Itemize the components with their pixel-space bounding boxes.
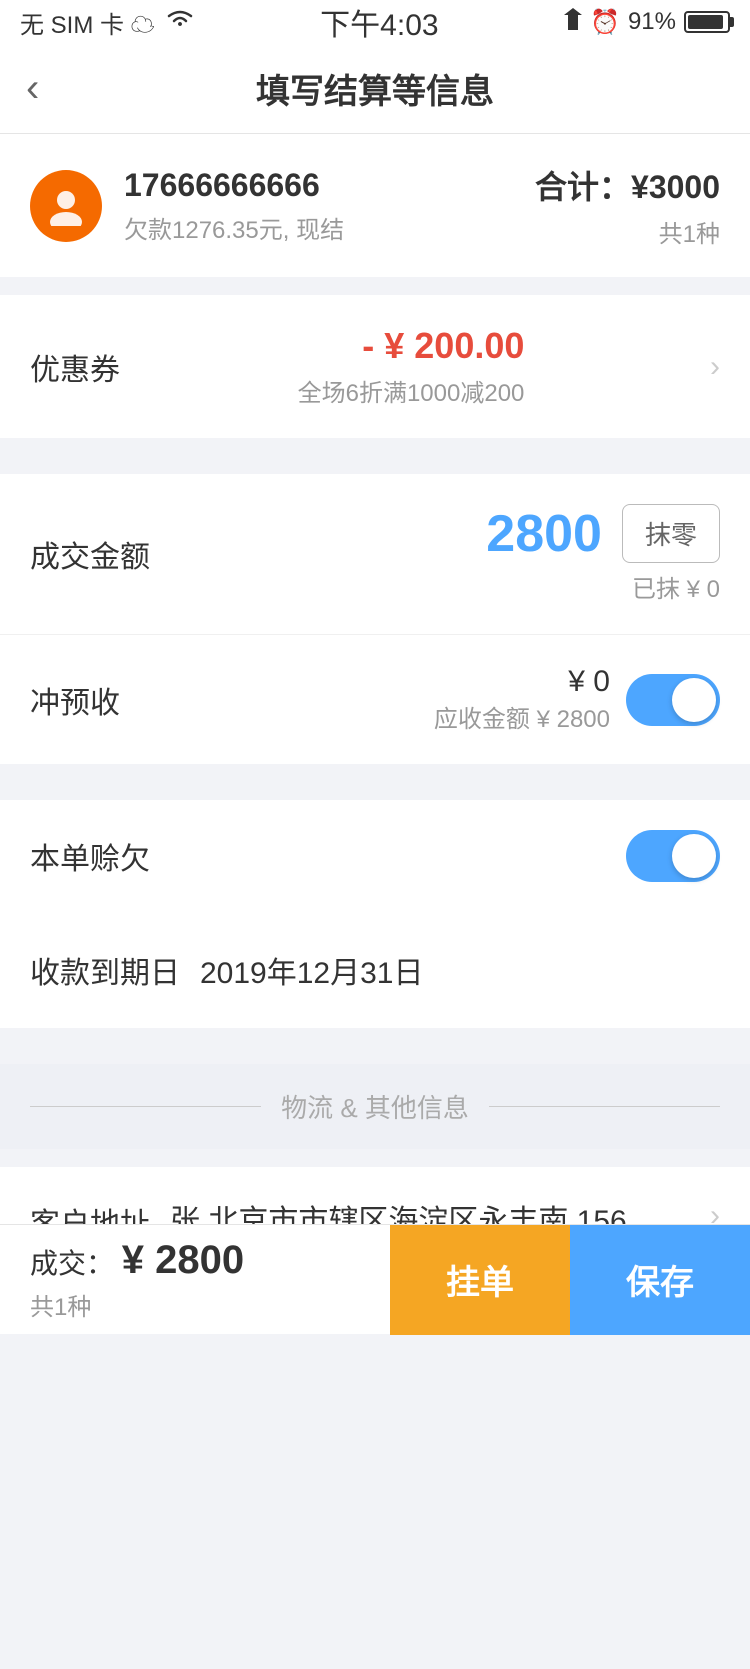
coupon-card: 优惠券 - ¥ 200.00 全场6折满1000减200 › — [0, 295, 750, 438]
logistics-label: 物流 & 其他信息 — [281, 1088, 469, 1125]
hang-button[interactable]: 挂单 — [390, 1225, 570, 1335]
status-right: ⏰ 91% — [564, 8, 730, 37]
toggle-knob — [672, 678, 716, 722]
deal-card: 成交金额 2800 抹零 已抹 ¥ 0 冲预收 ¥ 0 应收金额 ¥ 2800 — [0, 474, 750, 764]
alarm-icon: ⏰ — [590, 8, 620, 37]
user-total: 合计：¥3000 共1种 — [535, 162, 720, 249]
logistics-divider: 物流 & 其他信息 — [0, 1064, 750, 1149]
status-bar: 无 SIM 卡 ☁ 下午4:03 ⏰ 91% — [0, 0, 750, 44]
prepay-sub: 应收金额 ¥ 2800 — [434, 699, 610, 734]
sim-label: 无 SIM 卡 ☁ — [20, 5, 155, 40]
prepay-right: ¥ 0 应收金额 ¥ 2800 — [434, 665, 720, 734]
battery-percent: 91% — [628, 8, 676, 36]
credit-label: 本单赊欠 — [30, 834, 150, 878]
user-row: 17666666666 欠款1276.35元, 现结 合计：¥3000 共1种 — [0, 134, 750, 277]
status-left: 无 SIM 卡 ☁ — [20, 5, 195, 40]
due-value: 2019年12月31日 — [200, 948, 423, 992]
coupon-row[interactable]: 优惠券 - ¥ 200.00 全场6折满1000减200 › — [0, 295, 750, 438]
coupon-amount: - ¥ 200.00 — [362, 325, 524, 367]
total-amount: 合计：¥3000 — [535, 162, 720, 208]
bottom-info: 成交： ¥ 2800 共1种 — [0, 1238, 390, 1322]
back-button[interactable]: ‹ — [26, 66, 39, 111]
erased-label: 已抹 ¥ 0 — [632, 569, 720, 604]
due-date-row: 收款到期日 2019年12月31日 — [0, 912, 750, 1028]
bottom-deal-row: 成交： ¥ 2800 — [30, 1238, 360, 1283]
deal-amount-right: 2800 抹零 — [486, 504, 720, 563]
avatar — [30, 170, 102, 242]
wifi-icon — [165, 8, 195, 37]
prepay-row: 冲预收 ¥ 0 应收金额 ¥ 2800 — [0, 634, 750, 764]
credit-toggle[interactable] — [626, 830, 720, 882]
user-subtitle: 欠款1276.35元, 现结 — [124, 210, 535, 245]
total-sub: 共1种 — [535, 214, 720, 249]
prepay-value: ¥ 0 — [568, 665, 610, 699]
location-icon — [564, 8, 582, 37]
coupon-right: - ¥ 200.00 全场6折满1000减200 — [298, 325, 525, 408]
prepay-label: 冲预收 — [30, 678, 120, 722]
section-separator-3 — [0, 1046, 750, 1064]
deal-label: 成交金额 — [30, 532, 150, 576]
credit-row: 本单赊欠 — [0, 800, 750, 912]
coupon-desc: 全场6折满1000减200 — [298, 373, 525, 408]
due-label: 收款到期日 — [30, 948, 180, 992]
section-separator-1 — [0, 456, 750, 474]
user-phone: 17666666666 — [124, 167, 535, 204]
page-title: 填写结算等信息 — [256, 64, 494, 113]
credit-card: 本单赊欠 收款到期日 2019年12月31日 — [0, 800, 750, 1028]
bottom-sub: 共1种 — [30, 1287, 360, 1322]
user-info: 17666666666 欠款1276.35元, 现结 — [124, 167, 535, 245]
user-card: 17666666666 欠款1276.35元, 现结 合计：¥3000 共1种 — [0, 134, 750, 277]
divider-line-left — [30, 1106, 261, 1107]
coupon-chevron: › — [710, 350, 720, 384]
battery-icon — [684, 11, 730, 33]
divider-line-right — [489, 1106, 720, 1107]
main-content: 17666666666 欠款1276.35元, 现结 合计：¥3000 共1种 … — [0, 134, 750, 1669]
save-button[interactable]: 保存 — [570, 1225, 750, 1335]
bottom-spacer — [0, 1339, 750, 1539]
prepay-toggle[interactable] — [626, 674, 720, 726]
coupon-label: 优惠券 — [30, 345, 120, 389]
bottom-bar: 成交： ¥ 2800 共1种 挂单 保存 — [0, 1224, 750, 1334]
deal-value: 2800 — [486, 508, 602, 560]
section-separator-4 — [0, 1149, 750, 1167]
status-time: 下午4:03 — [320, 0, 438, 44]
section-separator-2 — [0, 782, 750, 800]
nav-bar: ‹ 填写结算等信息 — [0, 44, 750, 134]
bottom-deal-label: 成交： — [30, 1248, 114, 1279]
credit-toggle-knob — [672, 834, 716, 878]
round-button[interactable]: 抹零 — [622, 504, 720, 563]
deal-amount-row: 成交金额 2800 抹零 已抹 ¥ 0 — [0, 474, 750, 634]
bottom-deal-amount: ¥ 2800 — [122, 1238, 244, 1282]
